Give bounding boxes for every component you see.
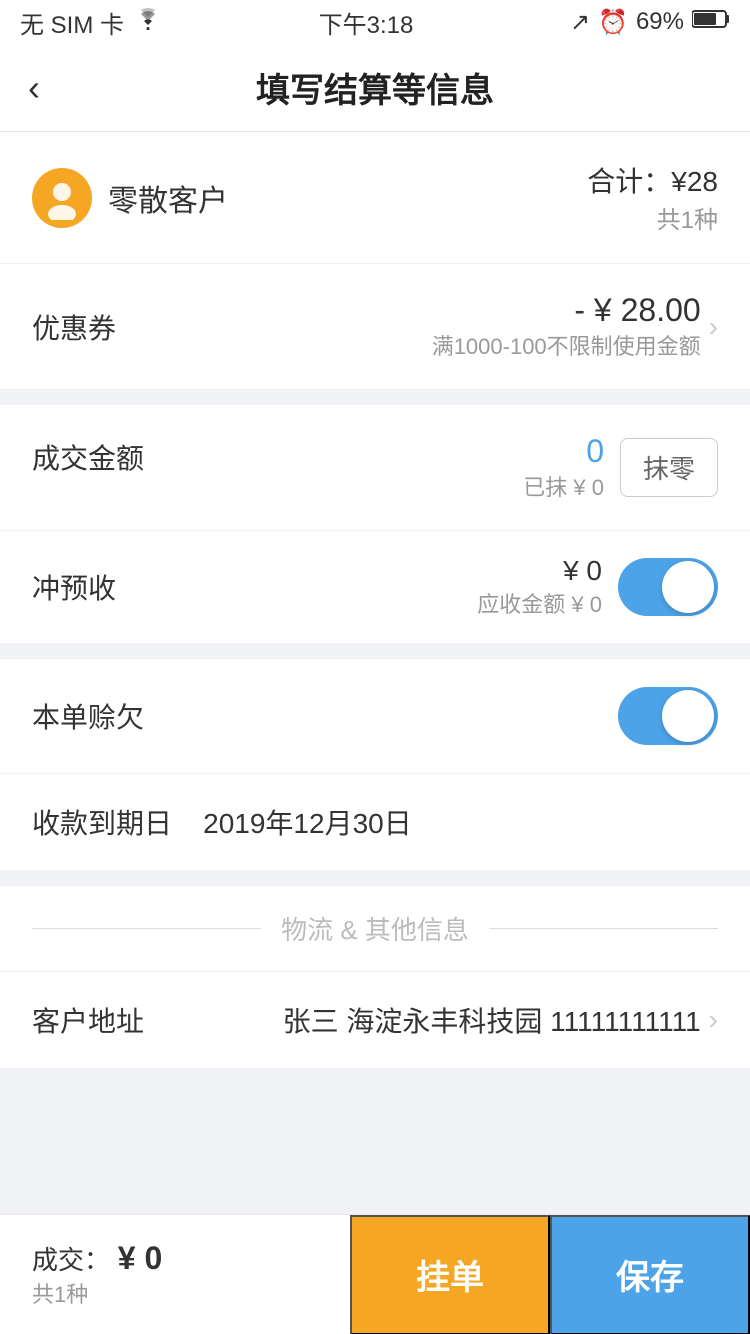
toggle-knob [662,561,714,613]
address-value: 张三 海淀永丰科技园 11111111111 [283,1000,701,1040]
avatar [32,168,92,228]
address-chevron-icon: › [709,1004,718,1036]
footer-deal-label: 成交： [32,1245,110,1275]
coupon-label: 优惠券 [32,307,116,347]
total-count: 共1种 [587,200,718,235]
credit-label: 本单赊欠 [32,696,144,736]
transaction-amount-area: 0 已抹 ¥ 0 [523,433,604,502]
prepay-label: 冲预收 [32,567,116,607]
battery-percent: 69% [636,8,684,36]
prepay-toggle[interactable] [618,558,718,616]
status-time: 下午3:18 [319,5,414,40]
transaction-value[interactable]: 0 [523,433,604,470]
logistics-label: 物流 & 其他信息 [281,910,469,947]
address-label: 客户地址 [32,1000,144,1040]
pending-button[interactable]: 挂单 [350,1215,550,1334]
prepay-amounts: ¥ 0 应收金额 ¥ 0 [477,555,602,619]
prepay-sub: 应收金额 ¥ 0 [477,587,602,619]
status-right: ↗ ⏰ 69% [570,8,730,37]
save-button[interactable]: 保存 [550,1215,750,1334]
customer-row: 零散客户 合计：¥28 共1种 [0,132,750,263]
coupon-info: - ¥ 28.00 满1000-100不限制使用金额 [432,292,701,361]
address-right: 张三 海淀永丰科技园 11111111111 › [283,1000,718,1040]
logistics-header: 物流 & 其他信息 [0,886,750,971]
footer-deal-amount: ¥ 0 [118,1240,162,1276]
transaction-label: 成交金额 [32,433,144,477]
prepay-right: ¥ 0 应收金额 ¥ 0 [477,555,718,619]
status-bar: 无 SIM 卡 下午3:18 ↗ ⏰ 69% [0,0,750,44]
status-left: 无 SIM 卡 [20,5,162,40]
duedate-label: 收款到期日 2019年12月30日 [32,808,412,839]
credit-row: 本单赊欠 [0,659,750,773]
chevron-right-icon: › [709,311,718,343]
back-button[interactable]: ‹ [28,67,40,109]
nav-bar: ‹ 填写结算等信息 [0,44,750,132]
credit-toggle[interactable] [618,687,718,745]
duedate-row: 收款到期日 2019年12月30日 [0,773,750,870]
duedate-value: 2019年12月30日 [203,808,412,839]
address-row[interactable]: 客户地址 张三 海淀永丰科技园 11111111111 › [0,971,750,1068]
customer-left: 零散客户 [32,168,228,228]
duedate-title: 收款到期日 [32,808,172,839]
sim-status: 无 SIM 卡 [20,5,124,40]
footer-left: 成交： ¥ 0 共1种 [0,1240,350,1309]
credit-toggle-knob [662,690,714,742]
coupon-row[interactable]: 优惠券 - ¥ 28.00 满1000-100不限制使用金额 › [0,263,750,389]
credit-section: 本单赊欠 收款到期日 2019年12月30日 [0,659,750,870]
footer: 成交： ¥ 0 共1种 挂单 保存 [0,1214,750,1334]
customer-summary: 合计：¥28 共1种 [587,160,718,235]
location-icon: ↗ [570,8,590,37]
transaction-right: 0 已抹 ¥ 0 抹零 [523,433,718,502]
footer-deal-row: 成交： ¥ 0 [32,1240,318,1277]
battery-icon [692,8,730,36]
prepay-amount: ¥ 0 [477,555,602,587]
logistics-section: 物流 & 其他信息 客户地址 张三 海淀永丰科技园 11111111111 › [0,886,750,1068]
coupon-right: - ¥ 28.00 满1000-100不限制使用金额 › [432,292,718,361]
transaction-row: 成交金额 0 已抹 ¥ 0 抹零 [0,405,750,530]
customer-name: 零散客户 [108,176,228,220]
prepay-row: 冲预收 ¥ 0 应收金额 ¥ 0 [0,530,750,643]
total-amount: 合计：¥28 [587,160,718,200]
page-title: 填写结算等信息 [256,63,494,112]
footer-count: 共1种 [32,1277,318,1309]
coupon-desc: 满1000-100不限制使用金额 [432,329,701,361]
coupon-amount: - ¥ 28.00 [432,292,701,329]
wifi-icon [134,8,162,37]
transaction-sub: 已抹 ¥ 0 [523,470,604,502]
transaction-section: 成交金额 0 已抹 ¥ 0 抹零 冲预收 ¥ 0 应收金额 ¥ 0 [0,405,750,643]
alarm-icon: ⏰ [598,8,628,37]
customer-section: 零散客户 合计：¥28 共1种 优惠券 - ¥ 28.00 满1000-100不… [0,132,750,389]
round-button[interactable]: 抹零 [620,438,718,497]
